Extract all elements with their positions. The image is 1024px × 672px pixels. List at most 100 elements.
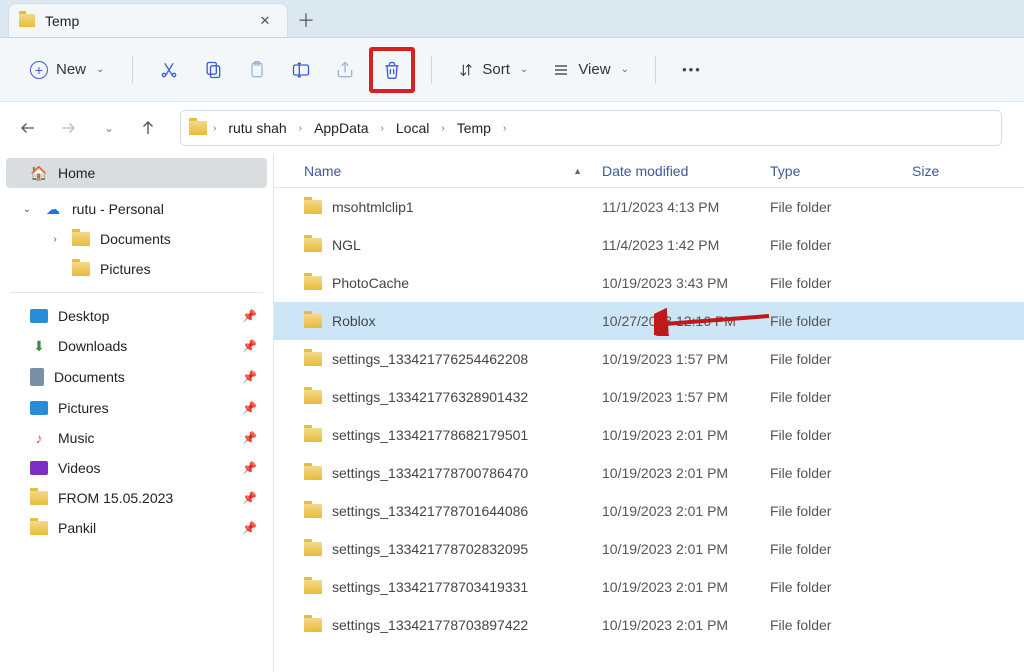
delete-button[interactable] bbox=[375, 53, 409, 87]
ellipsis-icon: ••• bbox=[682, 62, 702, 77]
table-row[interactable]: NGL11/4/2023 1:42 PMFile folder bbox=[274, 226, 1024, 264]
address-bar[interactable]: › rutu shah › AppData › Local › Temp › bbox=[180, 110, 1002, 146]
column-type[interactable]: Type bbox=[770, 163, 912, 179]
chevron-right-icon: › bbox=[379, 123, 386, 134]
rename-button[interactable] bbox=[281, 50, 321, 90]
sidebar-item-onedrive-documents[interactable]: › Documents bbox=[6, 224, 267, 254]
chevron-right-icon: › bbox=[297, 123, 304, 134]
folder-icon bbox=[304, 466, 322, 480]
table-row[interactable]: msohtmlclip1 11/1/2023 4:13 PMFile folder bbox=[274, 188, 1024, 226]
sidebar-item-downloads[interactable]: ⬇Downloads📌 bbox=[6, 331, 267, 361]
sort-label: Sort bbox=[482, 61, 510, 78]
new-tab-button[interactable]: ＋ bbox=[288, 3, 324, 37]
table-row[interactable]: settings_13342177870341933110/19/2023 2:… bbox=[274, 568, 1024, 606]
pin-icon: 📌 bbox=[242, 461, 257, 475]
copy-button[interactable] bbox=[193, 50, 233, 90]
file-name: settings_133421776254462208 bbox=[332, 351, 528, 367]
file-name: msohtmlclip1 bbox=[332, 199, 414, 215]
sidebar-item-onedrive-pictures[interactable]: › Pictures bbox=[6, 254, 267, 284]
up-button[interactable] bbox=[130, 110, 166, 146]
close-icon[interactable]: ✕ bbox=[253, 9, 277, 33]
table-row[interactable]: settings_13342177870283209510/19/2023 2:… bbox=[274, 530, 1024, 568]
folder-icon bbox=[304, 352, 322, 366]
file-date: 11/4/2023 1:42 PM bbox=[602, 237, 770, 253]
home-icon: 🏠 bbox=[30, 165, 48, 181]
main: 🏠 Home ⌄ ☁ rutu - Personal › Documents ›… bbox=[0, 154, 1024, 672]
sidebar-item-videos[interactable]: Videos 📌 bbox=[6, 453, 267, 483]
table-row[interactable]: settings_133421776254462208 10/19/2023 1:… bbox=[274, 340, 1024, 378]
crumb-temp[interactable]: Temp bbox=[451, 116, 497, 140]
sidebar-item-label: Videos bbox=[58, 460, 101, 476]
paste-button[interactable] bbox=[237, 50, 277, 90]
file-date: 11/1/2023 4:13 PM bbox=[602, 199, 770, 215]
sidebar-item-music[interactable]: ♪Music📌 bbox=[6, 423, 267, 453]
file-date: 10/19/2023 2:01 PM bbox=[602, 465, 770, 481]
table-row[interactable]: settings_13342177870389742210/19/2023 2:… bbox=[274, 606, 1024, 644]
plus-circle-icon: + bbox=[30, 61, 48, 79]
music-icon: ♪ bbox=[30, 430, 48, 446]
forward-button[interactable] bbox=[50, 110, 86, 146]
tab-temp[interactable]: Temp ✕ bbox=[8, 3, 288, 37]
pin-icon: 📌 bbox=[242, 339, 257, 353]
file-date: 10/19/2023 2:01 PM bbox=[602, 617, 770, 633]
download-icon: ⬇ bbox=[30, 338, 48, 354]
copy-icon bbox=[203, 60, 223, 80]
chevron-right-icon: › bbox=[48, 234, 62, 245]
view-button[interactable]: View ⌄ bbox=[542, 55, 639, 84]
separator bbox=[10, 292, 263, 293]
file-type: File folder bbox=[770, 617, 912, 633]
file-type: File folder bbox=[770, 503, 912, 519]
sidebar-item-from-15-05-2023[interactable]: FROM 15.05.2023📌 bbox=[6, 483, 267, 513]
folder-icon bbox=[30, 521, 48, 535]
file-type: File folder bbox=[770, 389, 912, 405]
table-row[interactable]: settings_13342177870164408610/19/2023 2:… bbox=[274, 492, 1024, 530]
view-label: View bbox=[578, 61, 610, 78]
recent-button[interactable]: ⌄ bbox=[90, 110, 126, 146]
share-icon bbox=[335, 60, 355, 80]
file-type: File folder bbox=[770, 199, 912, 215]
table-row[interactable]: Roblox10/27/2023 12:16 PMFile folder bbox=[274, 302, 1024, 340]
column-headers: Name▲ Date modified Type Size bbox=[274, 154, 1024, 188]
arrow-up-icon bbox=[139, 119, 157, 137]
sort-button[interactable]: Sort ⌄ bbox=[448, 55, 538, 84]
table-row[interactable]: settings_13342177632890143210/19/2023 1:… bbox=[274, 378, 1024, 416]
file-name: settings_133421778702832095 bbox=[332, 541, 528, 557]
sidebar-item-documents[interactable]: Documents📌 bbox=[6, 361, 267, 393]
share-button[interactable] bbox=[325, 50, 365, 90]
sidebar-item-home[interactable]: 🏠 Home bbox=[6, 158, 267, 188]
table-row[interactable]: PhotoCache10/19/2023 3:43 PMFile folder bbox=[274, 264, 1024, 302]
table-row[interactable]: settings_13342177868217950110/19/2023 2:… bbox=[274, 416, 1024, 454]
file-type: File folder bbox=[770, 351, 912, 367]
arrow-left-icon bbox=[19, 119, 37, 137]
folder-icon bbox=[189, 121, 207, 135]
more-button[interactable]: ••• bbox=[672, 50, 712, 90]
sidebar-item-personal[interactable]: ⌄ ☁ rutu - Personal bbox=[6, 194, 267, 224]
file-date: 10/19/2023 1:57 PM bbox=[602, 351, 770, 367]
cloud-icon: ☁ bbox=[44, 201, 62, 217]
chevron-down-icon: ⌄ bbox=[104, 121, 114, 135]
separator bbox=[431, 56, 432, 84]
separator bbox=[655, 56, 656, 84]
sidebar-item-label: Pictures bbox=[58, 400, 109, 416]
column-size[interactable]: Size bbox=[912, 163, 1024, 179]
documents-icon bbox=[30, 368, 44, 386]
sidebar-item-desktop[interactable]: Desktop📌 bbox=[6, 301, 267, 331]
folder-icon bbox=[30, 491, 48, 505]
sidebar-item-pictures[interactable]: Pictures📌 bbox=[6, 393, 267, 423]
nav-row: ⌄ › rutu shah › AppData › Local › Temp › bbox=[0, 102, 1024, 154]
sidebar-item-label: Pankil bbox=[58, 520, 96, 536]
pictures-icon bbox=[30, 401, 48, 415]
file-type: File folder bbox=[770, 275, 912, 291]
crumb-local[interactable]: Local bbox=[390, 116, 435, 140]
back-button[interactable] bbox=[10, 110, 46, 146]
column-date[interactable]: Date modified bbox=[602, 163, 770, 179]
column-name[interactable]: Name▲ bbox=[294, 163, 602, 179]
table-row[interactable]: settings_13342177870078647010/19/2023 2:… bbox=[274, 454, 1024, 492]
crumb-appdata[interactable]: AppData bbox=[308, 116, 374, 140]
cut-button[interactable] bbox=[149, 50, 189, 90]
new-button[interactable]: + New ⌄ bbox=[18, 55, 116, 85]
file-name: settings_133421778703419331 bbox=[332, 579, 528, 595]
file-name: settings_133421778682179501 bbox=[332, 427, 528, 443]
sidebar-item-pankil[interactable]: Pankil📌 bbox=[6, 513, 267, 543]
crumb-rutu-shah[interactable]: rutu shah bbox=[222, 116, 292, 140]
